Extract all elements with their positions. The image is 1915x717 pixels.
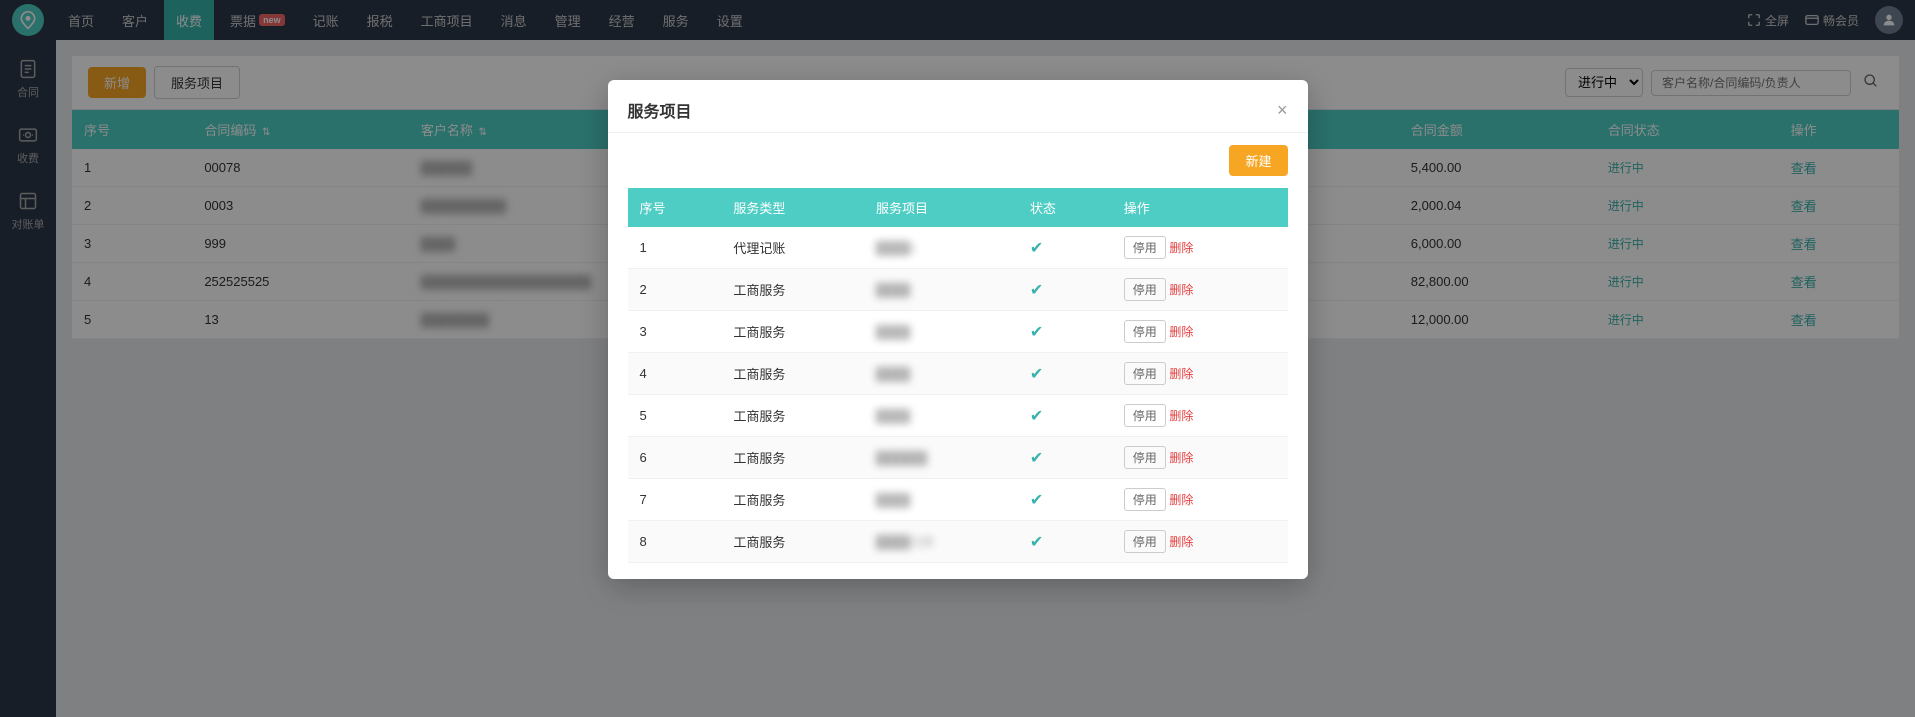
- modal-cell-type: 工商服务: [721, 311, 864, 353]
- modal-cell-seq: 4: [628, 353, 722, 395]
- modal-new-button[interactable]: 新建: [1229, 145, 1287, 176]
- modal-cell-status: ✔: [1018, 269, 1112, 311]
- modal-cell-seq: 5: [628, 395, 722, 437]
- modal-cell-ops: 停用 删除: [1112, 311, 1288, 353]
- modal-cell-status: ✔: [1018, 227, 1112, 269]
- list-item: 7 工商服务 ████ ✔ 停用 删除: [628, 479, 1288, 521]
- modal-cell-ops: 停用 删除: [1112, 395, 1288, 437]
- modal-cell-type: 工商服务: [721, 395, 864, 437]
- list-item: 8 工商服务 ████注册 ✔ 停用 删除: [628, 521, 1288, 563]
- delete-button[interactable]: 删除: [1169, 281, 1193, 298]
- list-item: 3 工商服务 ████ ✔ 停用 删除: [628, 311, 1288, 353]
- modal-cell-status: ✔: [1018, 353, 1112, 395]
- modal-col-type: 服务类型: [721, 188, 864, 227]
- modal-col-status: 状态: [1018, 188, 1112, 227]
- modal-cell-seq: 1: [628, 227, 722, 269]
- list-item: 1 代理记账 ████1 ✔ 停用 删除: [628, 227, 1288, 269]
- modal-cell-ops: 停用 删除: [1112, 269, 1288, 311]
- status-check-icon: ✔: [1030, 366, 1043, 383]
- modal-overlay: 服务项目 × 新建 序号 服务类型 服务项目 状态 操作 1 代理记账: [0, 0, 1915, 717]
- modal-cell-ops: 停用 删除: [1112, 227, 1288, 269]
- modal-body: 序号 服务类型 服务项目 状态 操作 1 代理记账 ████1 ✔ 停用 删除 …: [608, 188, 1308, 579]
- modal-title: 服务项目: [628, 98, 692, 122]
- modal-cell-status: ✔: [1018, 521, 1112, 563]
- modal-cell-item: ████注册: [864, 521, 1018, 563]
- modal-cell-type: 工商服务: [721, 269, 864, 311]
- modal-cell-ops: 停用 删除: [1112, 479, 1288, 521]
- delete-button[interactable]: 删除: [1169, 491, 1193, 508]
- status-check-icon: ✔: [1030, 492, 1043, 509]
- stop-button[interactable]: 停用: [1124, 488, 1166, 511]
- modal-cell-seq: 3: [628, 311, 722, 353]
- modal-cell-type: 工商服务: [721, 437, 864, 479]
- status-check-icon: ✔: [1030, 534, 1043, 551]
- modal-cell-seq: 6: [628, 437, 722, 479]
- stop-button[interactable]: 停用: [1124, 362, 1166, 385]
- status-check-icon: ✔: [1030, 450, 1043, 467]
- delete-button[interactable]: 删除: [1169, 323, 1193, 340]
- modal-cell-status: ✔: [1018, 311, 1112, 353]
- modal-col-ops: 操作: [1112, 188, 1288, 227]
- modal-cell-type: 工商服务: [721, 521, 864, 563]
- modal-cell-ops: 停用 删除: [1112, 521, 1288, 563]
- status-check-icon: ✔: [1030, 282, 1043, 299]
- modal-toolbar: 新建: [608, 133, 1308, 188]
- delete-button[interactable]: 删除: [1169, 449, 1193, 466]
- status-check-icon: ✔: [1030, 324, 1043, 341]
- modal-cell-ops: 停用 删除: [1112, 437, 1288, 479]
- list-item: 5 工商服务 ████ ✔ 停用 删除: [628, 395, 1288, 437]
- modal-close-button[interactable]: ×: [1277, 101, 1288, 119]
- modal-cell-item: ████1: [864, 227, 1018, 269]
- modal-cell-item: ████: [864, 353, 1018, 395]
- stop-button[interactable]: 停用: [1124, 278, 1166, 301]
- modal-col-seq: 序号: [628, 188, 722, 227]
- modal-cell-type: 工商服务: [721, 353, 864, 395]
- stop-button[interactable]: 停用: [1124, 446, 1166, 469]
- stop-button[interactable]: 停用: [1124, 236, 1166, 259]
- modal-cell-item: ██████: [864, 437, 1018, 479]
- modal-cell-status: ✔: [1018, 437, 1112, 479]
- modal-col-item: 服务项目: [864, 188, 1018, 227]
- stop-button[interactable]: 停用: [1124, 320, 1166, 343]
- delete-button[interactable]: 删除: [1169, 407, 1193, 424]
- modal-cell-item: ████: [864, 311, 1018, 353]
- modal-cell-seq: 7: [628, 479, 722, 521]
- service-items-table: 序号 服务类型 服务项目 状态 操作 1 代理记账 ████1 ✔ 停用 删除 …: [628, 188, 1288, 563]
- delete-button[interactable]: 删除: [1169, 365, 1193, 382]
- stop-button[interactable]: 停用: [1124, 530, 1166, 553]
- status-check-icon: ✔: [1030, 408, 1043, 425]
- delete-button[interactable]: 删除: [1169, 533, 1193, 550]
- modal-cell-type: 代理记账: [721, 227, 864, 269]
- service-items-modal: 服务项目 × 新建 序号 服务类型 服务项目 状态 操作 1 代理记账: [608, 80, 1308, 579]
- modal-header: 服务项目 ×: [608, 80, 1308, 133]
- modal-cell-status: ✔: [1018, 479, 1112, 521]
- list-item: 4 工商服务 ████ ✔ 停用 删除: [628, 353, 1288, 395]
- status-check-icon: ✔: [1030, 240, 1043, 257]
- modal-cell-type: 工商服务: [721, 479, 864, 521]
- modal-cell-item: ████: [864, 395, 1018, 437]
- modal-cell-item: ████: [864, 479, 1018, 521]
- stop-button[interactable]: 停用: [1124, 404, 1166, 427]
- modal-cell-seq: 8: [628, 521, 722, 563]
- delete-button[interactable]: 删除: [1169, 239, 1193, 256]
- modal-cell-status: ✔: [1018, 395, 1112, 437]
- modal-cell-item: ████: [864, 269, 1018, 311]
- list-item: 2 工商服务 ████ ✔ 停用 删除: [628, 269, 1288, 311]
- list-item: 6 工商服务 ██████ ✔ 停用 删除: [628, 437, 1288, 479]
- modal-cell-seq: 2: [628, 269, 722, 311]
- modal-cell-ops: 停用 删除: [1112, 353, 1288, 395]
